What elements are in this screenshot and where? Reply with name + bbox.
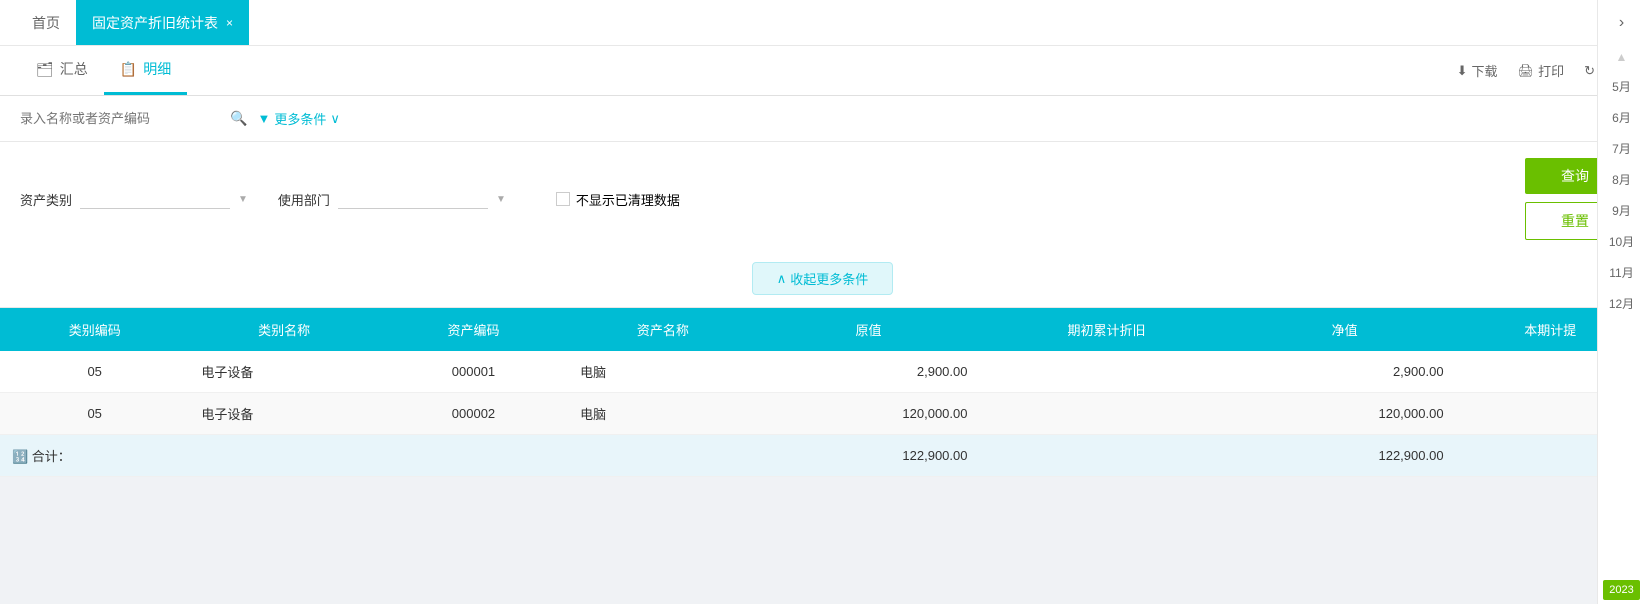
category-dropdown-icon[interactable]: ▼ bbox=[238, 194, 248, 205]
total-row: 🔢 合计： 122,900.00 122,900.00 bbox=[0, 435, 1645, 477]
cell-code: 05 bbox=[0, 351, 189, 393]
search-icon[interactable]: 🔍 bbox=[230, 110, 247, 127]
table-body: 05 电子设备 000001 电脑 2,900.00 2,900.00 05 电… bbox=[0, 351, 1645, 477]
table-header: 类别编码 类别名称 资产编码 资产名称 原值 期初累计折旧 净值 本期计提 bbox=[0, 308, 1645, 351]
category-label: 资产类别 bbox=[20, 190, 72, 209]
cell-original-value: 120,000.00 bbox=[758, 393, 980, 435]
month-item[interactable]: 9月 bbox=[1602, 196, 1642, 225]
print-button[interactable]: 🖨 打印 bbox=[1518, 61, 1565, 80]
collapse-button[interactable]: ∧ 收起更多条件 bbox=[752, 262, 894, 295]
detail-icon: 📋 bbox=[120, 61, 137, 78]
summary-icon: 🗂 bbox=[36, 61, 54, 78]
cell-asset-name: 电脑 bbox=[568, 393, 757, 435]
month-item[interactable]: 8月 bbox=[1602, 165, 1642, 194]
department-dropdown-icon[interactable]: ▼ bbox=[496, 194, 506, 205]
right-panel: › ▲ 5月6月7月8月9月10月11月12月 2023 bbox=[1597, 0, 1645, 604]
col-category-code: 类别编码 bbox=[0, 308, 189, 351]
col-asset-name: 资产名称 bbox=[568, 308, 757, 351]
table-row: 05 电子设备 000002 电脑 120,000.00 120,000.00 bbox=[0, 393, 1645, 435]
tab-summary[interactable]: 🗂 汇总 bbox=[20, 46, 104, 95]
tab-detail-label: 明细 bbox=[143, 59, 171, 79]
refresh-icon: ↻ bbox=[1584, 63, 1595, 79]
download-icon: ⬇ bbox=[1457, 63, 1468, 79]
data-table-container: 类别编码 类别名称 资产编码 资产名称 原值 期初累计折旧 净值 本期计提 05… bbox=[0, 308, 1645, 477]
col-original-value: 原值 bbox=[758, 308, 980, 351]
month-item[interactable]: 12月 bbox=[1602, 289, 1642, 318]
tab-summary-label: 汇总 bbox=[60, 59, 88, 79]
cell-name: 电子设备 bbox=[189, 351, 378, 393]
home-tab[interactable]: 首页 bbox=[16, 0, 76, 45]
total-original-value: 122,900.00 bbox=[758, 435, 980, 477]
cell-code: 05 bbox=[0, 393, 189, 435]
filter-section: 资产类别 ▼ 使用部门 ▼ 不显示已清理数据 查询 重置 bbox=[0, 142, 1645, 308]
total-label-cell: 🔢 合计： bbox=[0, 435, 568, 477]
cell-asset-code: 000002 bbox=[379, 393, 568, 435]
active-tab[interactable]: 固定资产折旧统计表 × bbox=[76, 0, 249, 45]
filter-row: 资产类别 ▼ 使用部门 ▼ 不显示已清理数据 查询 重置 bbox=[20, 158, 1625, 240]
print-icon: 🖨 bbox=[1518, 63, 1535, 79]
cell-net-value: 120,000.00 bbox=[1234, 393, 1456, 435]
tab-detail[interactable]: 📋 明细 bbox=[104, 46, 187, 95]
category-filter: 资产类别 ▼ bbox=[20, 189, 248, 209]
month-item[interactable]: 10月 bbox=[1602, 227, 1642, 256]
filter-icon: ▼ bbox=[257, 111, 270, 126]
total-asset-name bbox=[568, 435, 757, 477]
col-asset-code: 资产编码 bbox=[379, 308, 568, 351]
cell-net-value: 2,900.00 bbox=[1234, 351, 1456, 393]
month-item[interactable]: 6月 bbox=[1602, 103, 1642, 132]
col-category-name: 类别名称 bbox=[189, 308, 378, 351]
active-tab-label: 固定资产折旧统计表 bbox=[92, 13, 218, 33]
chevron-down-icon: ∨ bbox=[330, 111, 340, 127]
department-input[interactable] bbox=[338, 189, 488, 209]
search-bar: 🔍 ▼ 更多条件 ∨ bbox=[0, 96, 1645, 142]
cell-accum-dep bbox=[979, 393, 1233, 435]
cell-asset-code: 000001 bbox=[379, 351, 568, 393]
top-nav: 首页 固定资产折旧统计表 × ✕ bbox=[0, 0, 1645, 46]
cell-original-value: 2,900.00 bbox=[758, 351, 980, 393]
department-filter: 使用部门 ▼ bbox=[278, 189, 506, 209]
right-panel-toggle[interactable]: › bbox=[1619, 0, 1624, 46]
col-accum-depreciation: 期初累计折旧 bbox=[979, 308, 1233, 351]
month-item[interactable]: 5月 bbox=[1602, 72, 1642, 101]
toolbar: 🗂 汇总 📋 明细 ⬇ 下载 🖨 打印 ↻ 刷新 bbox=[0, 46, 1645, 96]
table-row: 05 电子设备 000001 电脑 2,900.00 2,900.00 bbox=[0, 351, 1645, 393]
tab-close-icon[interactable]: × bbox=[226, 16, 233, 30]
hide-cleared-filter: 不显示已清理数据 bbox=[556, 190, 680, 209]
cell-accum-dep bbox=[979, 351, 1233, 393]
data-table: 类别编码 类别名称 资产编码 资产名称 原值 期初累计折旧 净值 本期计提 05… bbox=[0, 308, 1645, 477]
month-item[interactable]: 7月 bbox=[1602, 134, 1642, 163]
total-net-value: 122,900.00 bbox=[1234, 435, 1456, 477]
hide-cleared-checkbox[interactable] bbox=[556, 192, 570, 206]
month-list: 5月6月7月8月9月10月11月12月 bbox=[1602, 68, 1642, 580]
more-filters-button[interactable]: ▼ 更多条件 ∨ bbox=[257, 109, 339, 128]
year-badge[interactable]: 2023 bbox=[1603, 580, 1639, 600]
month-item[interactable]: 11月 bbox=[1602, 258, 1642, 287]
cell-name: 电子设备 bbox=[189, 393, 378, 435]
total-accum-dep bbox=[979, 435, 1233, 477]
category-input[interactable] bbox=[80, 189, 230, 209]
cell-asset-name: 电脑 bbox=[568, 351, 757, 393]
department-label: 使用部门 bbox=[278, 190, 330, 209]
search-input[interactable] bbox=[20, 111, 220, 126]
col-net-value: 净值 bbox=[1234, 308, 1456, 351]
hide-cleared-label: 不显示已清理数据 bbox=[576, 190, 680, 209]
panel-up-arrow[interactable]: ▲ bbox=[1612, 46, 1632, 68]
total-icon: 🔢 bbox=[12, 449, 28, 464]
collapse-icon: ∧ bbox=[777, 271, 787, 287]
download-button[interactable]: ⬇ 下载 bbox=[1457, 61, 1498, 80]
